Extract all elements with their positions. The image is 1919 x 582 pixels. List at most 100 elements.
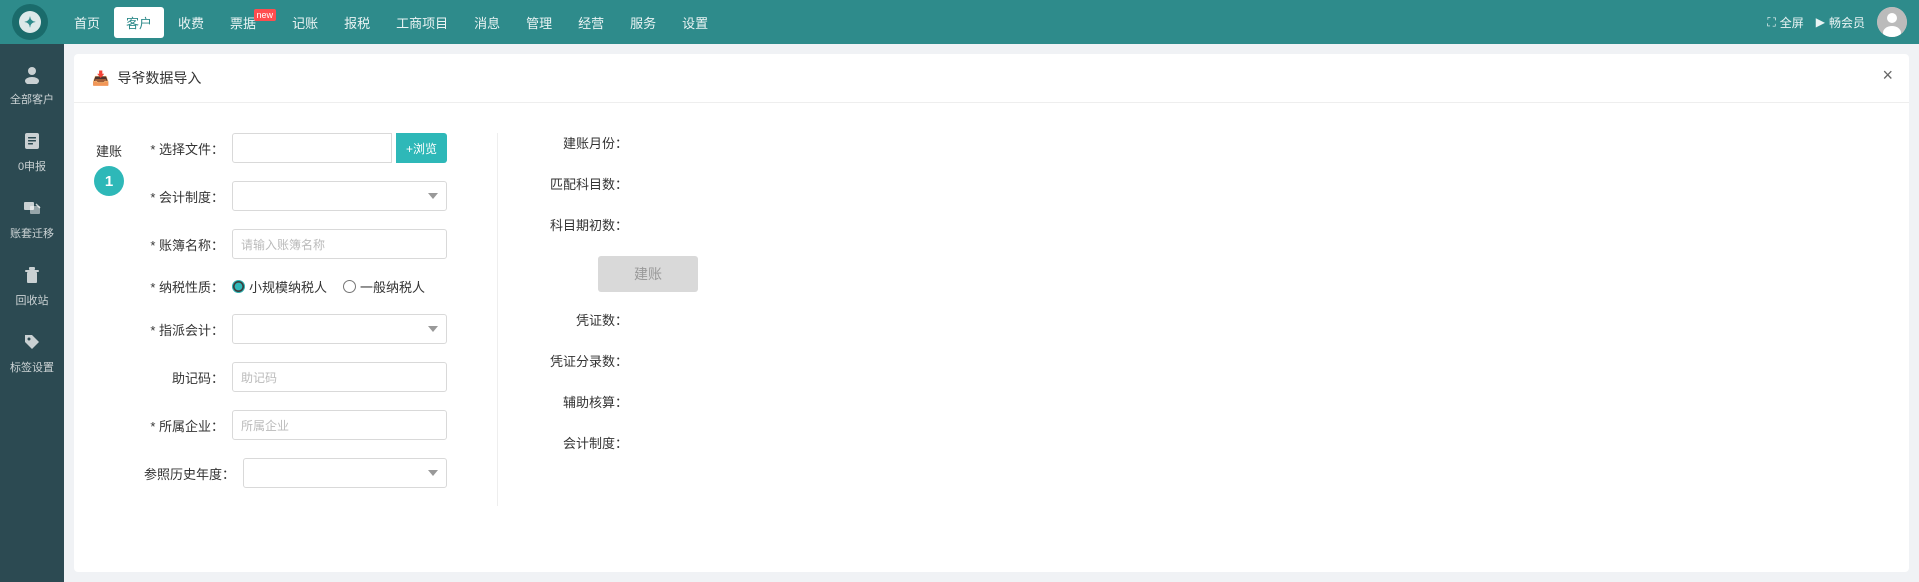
aux-label: 辅助核算： (548, 392, 628, 411)
memo-label: 助记码： (144, 368, 224, 387)
main-layout: 全部客户 0申报 账套迁移 (0, 44, 1919, 582)
vip-button[interactable]: ▶ 畅会员 (1816, 14, 1865, 31)
small-taxpayer-option[interactable]: 小规模纳税人 (232, 277, 327, 296)
nav-item-tickets[interactable]: 票据 new (218, 7, 278, 38)
step-label: 建账 (96, 141, 122, 160)
accounting-system-select[interactable] (232, 181, 447, 211)
nav-item-business[interactable]: 工商项目 (384, 7, 460, 38)
close-button[interactable]: × (1882, 66, 1893, 84)
fullscreen-button[interactable]: ⛶ 全屏 (1767, 14, 1803, 31)
tax-type-radio-group: 小规模纳税人 一般纳税人 (232, 277, 425, 296)
import-panel: 📥 导爷数据导入 × 建账 1 * 选择文件： (74, 54, 1909, 572)
recycle-icon (22, 265, 42, 288)
build-month-row: 建账月份： (548, 133, 748, 152)
small-taxpayer-radio[interactable] (232, 280, 245, 293)
top-navigation: ✦ 首页 客户 收费 票据 new 记账 报税 工商项目 消息 管理 经营 服务… (0, 0, 1919, 44)
build-month-label: 建账月份： (548, 133, 628, 152)
file-row: * 选择文件： +浏览 (144, 133, 447, 163)
vip-icon: ▶ (1816, 15, 1825, 29)
voucher-entries-row: 凭证分录数： (548, 351, 748, 370)
nav-menu: 首页 客户 收费 票据 new 记账 报税 工商项目 消息 管理 经营 服务 设… (62, 7, 1767, 38)
voucher-count-label: 凭证数： (548, 310, 628, 329)
nav-right-actions: ⛶ 全屏 ▶ 畅会员 (1767, 7, 1907, 37)
initial-count-label: 科目期初数： (548, 215, 628, 234)
section-divider (497, 133, 498, 506)
info-accounting-system-label: 会计制度： (548, 433, 628, 452)
nav-item-messages[interactable]: 消息 (462, 7, 512, 38)
initial-count-row: 科目期初数： (548, 215, 748, 234)
sidebar: 全部客户 0申报 账套迁移 (0, 44, 64, 582)
voucher-entries-label: 凭证分录数： (548, 351, 628, 370)
sidebar-item-tags[interactable]: 标签设置 (0, 322, 64, 385)
build-btn-container: 建账 (548, 256, 748, 292)
history-year-select[interactable] (243, 458, 447, 488)
file-input-group: +浏览 (232, 133, 447, 163)
nav-item-tax[interactable]: 报税 (332, 7, 382, 38)
company-label: * 所属企业： (144, 416, 224, 435)
file-label: * 选择文件： (144, 139, 224, 158)
info-accounting-system-row: 会计制度： (548, 433, 748, 452)
migrate-icon (22, 198, 42, 221)
panel-title-icon: 📥 (92, 70, 109, 87)
general-taxpayer-option[interactable]: 一般纳税人 (343, 277, 425, 296)
nav-item-customers[interactable]: 客户 (114, 7, 164, 38)
nav-item-fees[interactable]: 收费 (166, 7, 216, 38)
browse-button[interactable]: +浏览 (396, 133, 447, 163)
accounting-system-label: * 会计制度： (144, 187, 224, 206)
form-section: * 选择文件： +浏览 * 会计制度： (144, 133, 447, 506)
sidebar-label-migrate: 账套迁移 (10, 225, 54, 241)
history-year-label: 参照历史年度： (144, 464, 235, 483)
nav-item-home[interactable]: 首页 (62, 7, 112, 38)
sidebar-label-tags: 标签设置 (10, 359, 54, 375)
app-logo[interactable]: ✦ (12, 4, 48, 40)
nav-item-bookkeeping[interactable]: 记账 (280, 7, 330, 38)
all-customers-icon (22, 64, 42, 87)
accounting-system-row: * 会计制度： (144, 181, 447, 211)
avatar[interactable] (1877, 7, 1907, 37)
memo-row: 助记码： (144, 362, 447, 392)
ledger-name-label: * 账簿名称： (144, 235, 224, 254)
sidebar-item-zero-declare[interactable]: 0申报 (0, 121, 64, 184)
ledger-name-input[interactable] (232, 229, 447, 259)
sidebar-item-all-customers[interactable]: 全部客户 (0, 54, 64, 117)
sidebar-item-recycle[interactable]: 回收站 (0, 255, 64, 318)
panel-body: 建账 1 * 选择文件： +浏览 (74, 103, 1909, 536)
match-subjects-row: 匹配科目数： (548, 174, 748, 193)
aux-row: 辅助核算： (548, 392, 748, 411)
history-year-row: 参照历史年度： (144, 458, 447, 488)
panel-title: 导爷数据导入 (117, 68, 201, 88)
tax-type-row: * 纳税性质： 小规模纳税人 一般纳税人 (144, 277, 447, 296)
nav-item-services[interactable]: 服务 (618, 7, 668, 38)
sidebar-label-all-customers: 全部客户 (10, 91, 54, 107)
company-row: * 所属企业： (144, 410, 447, 440)
step-section: 建账 1 * 选择文件： +浏览 (94, 133, 447, 506)
nav-item-manage[interactable]: 管理 (514, 7, 564, 38)
memo-input[interactable] (232, 362, 447, 392)
match-subjects-label: 匹配科目数： (548, 174, 628, 193)
panel-header: 📥 导爷数据导入 (74, 54, 1909, 103)
info-section: 建账月份： 匹配科目数： 科目期初数： 建账 (548, 133, 748, 506)
nav-item-settings[interactable]: 设置 (670, 7, 720, 38)
sidebar-label-zero-declare: 0申报 (18, 158, 46, 174)
step-circle: 1 (94, 166, 124, 196)
build-account-button[interactable]: 建账 (598, 256, 698, 292)
ledger-name-row: * 账簿名称： (144, 229, 447, 259)
sidebar-label-recycle: 回收站 (16, 292, 49, 308)
sidebar-item-migrate[interactable]: 账套迁移 (0, 188, 64, 251)
logo-icon: ✦ (24, 14, 36, 31)
nav-item-operations[interactable]: 经营 (566, 7, 616, 38)
general-taxpayer-radio[interactable] (343, 280, 356, 293)
company-input[interactable] (232, 410, 447, 440)
tax-type-label: * 纳税性质： (144, 277, 224, 296)
accountant-select[interactable] (232, 314, 447, 344)
avatar-icon (1877, 7, 1907, 37)
tags-icon (22, 332, 42, 355)
main-content: 📥 导爷数据导入 × 建账 1 * 选择文件： (64, 44, 1919, 582)
fullscreen-icon: ⛶ (1767, 15, 1775, 30)
accountant-row: * 指派会计： (144, 314, 447, 344)
file-input[interactable] (232, 133, 392, 163)
zero-declare-icon (22, 131, 42, 154)
accountant-label: * 指派会计： (144, 320, 224, 339)
voucher-count-row: 凭证数： (548, 310, 748, 329)
new-badge: new (254, 9, 277, 22)
